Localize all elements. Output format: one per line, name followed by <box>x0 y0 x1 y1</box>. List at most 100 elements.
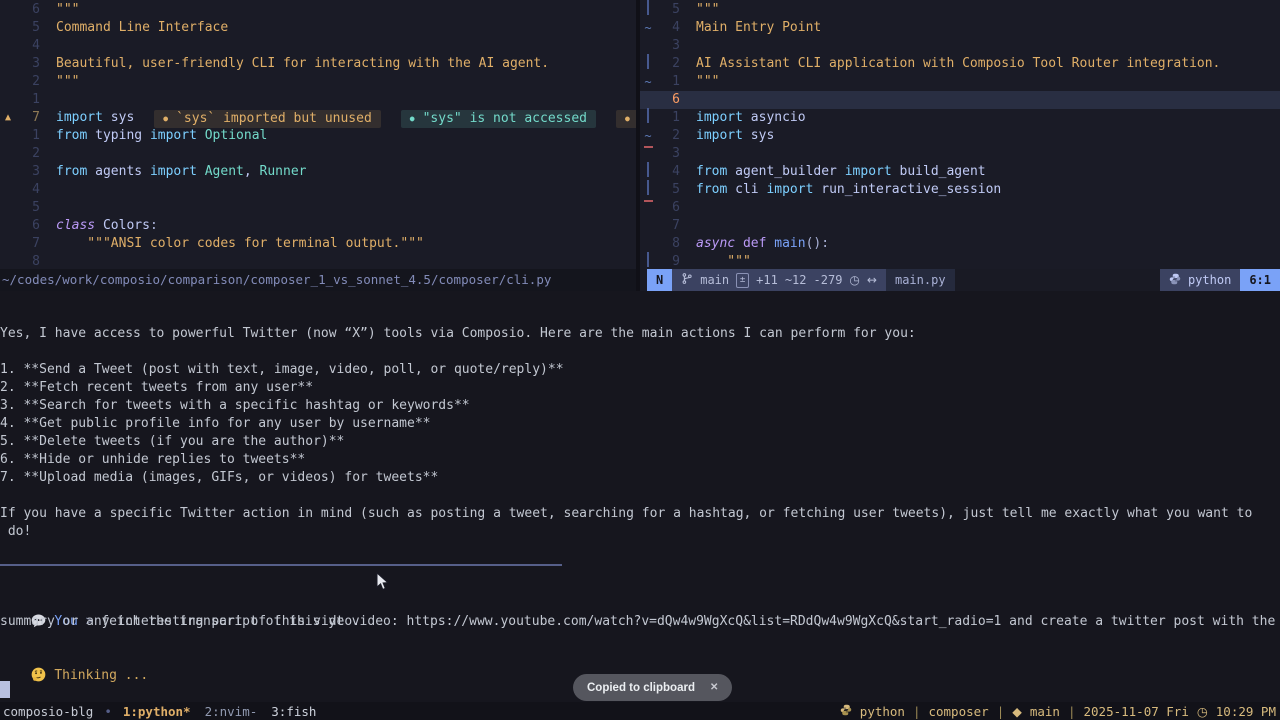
code-line: 7 """ANSI color codes for terminal outpu… <box>0 235 636 253</box>
code-line: 3 <box>640 37 1280 55</box>
tmux-right: python | composer | ◆ main | 2025-11-07 … <box>840 704 1280 719</box>
editor-pane-cli[interactable]: 6 """ 5 Command Line Interface 4 3 Beautiful, … <box>0 0 636 291</box>
vim-mode-indicator: N <box>647 269 673 291</box>
line-number: 2 <box>32 146 40 161</box>
diagnostic-dot-icon: ● <box>624 113 630 123</box>
tmux-status-bar: composio-blg • 1:python* 2:nvim- 3:fish py… <box>0 702 1280 720</box>
toast-close-icon[interactable]: ✕ <box>710 682 718 693</box>
git-add-sign <box>640 180 656 200</box>
code-line: 1 import asyncio <box>640 108 1280 128</box>
resize-icon: ↔ <box>866 273 877 287</box>
user-message-wrap: summary or any interesting part of this … <box>0 614 361 629</box>
tmux-project: composer <box>928 703 989 719</box>
thinking-label: Thinking ... <box>54 668 149 683</box>
code-text: """ <box>56 2 80 17</box>
tmux-date: 2025-11-07 Fri <box>1083 703 1189 719</box>
statusline-filler <box>954 269 1160 291</box>
diagnostic-badge: ● "sys" is not accessed <box>400 109 596 128</box>
line-number: 7 <box>32 110 40 125</box>
code-line: 4 from agent_builder import build_agent <box>640 162 1280 181</box>
code-text: """ <box>56 74 80 89</box>
line-number: 7 <box>32 236 40 251</box>
code-line: 1 <box>0 91 636 109</box>
tmux-window-3fish[interactable]: 3:fish <box>271 704 316 719</box>
code-line: 2 <box>0 145 636 163</box>
git-added-count: +11 <box>756 273 778 287</box>
code-line: 3 from agents import Agent, Runner <box>0 163 636 181</box>
git-add-sign <box>640 108 656 128</box>
statusline-inactive-path: ~/codes/work/composio/comparison/compose… <box>0 269 636 291</box>
diagnostic-badge: ● `sys` imported but unused <box>154 109 381 128</box>
code-line: 1 from typing import Optional <box>0 127 636 145</box>
line-number: 1 <box>32 92 40 107</box>
tmux-time: 10:29 PM <box>1215 703 1276 719</box>
tmux-window-1python[interactable]: 1:python* <box>123 704 191 719</box>
line-number: 1 <box>672 110 680 125</box>
thinking-face-icon <box>31 667 46 688</box>
code-text: async def main(): <box>696 236 830 251</box>
filetype-segment: python <box>1159 269 1241 291</box>
thinking-status-line: Thinking ... <box>0 649 1280 683</box>
action-list-item: 3. **Search for tweets with a specific h… <box>0 398 470 413</box>
code-line: 5 <box>0 199 636 217</box>
clock-icon: ◷ <box>849 273 860 287</box>
code-line: 4 <box>0 181 636 199</box>
git-diamond-icon: ◆ <box>1012 703 1022 719</box>
tmux-pipe: | <box>912 703 921 719</box>
code-line: 6 <box>640 199 1280 217</box>
code-line: 8 async def main(): <box>640 235 1280 253</box>
diff-icon: ± <box>736 272 750 288</box>
diagnostic-badge: ●`s <box>615 109 636 128</box>
toast-message: Copied to clipboard <box>587 681 695 694</box>
diagnostic-dot-icon: ● <box>409 113 415 123</box>
code-text: Main Entry Point <box>696 20 822 35</box>
vim-editor: 6 """ 5 Command Line Interface 4 3 Beautiful, … <box>0 0 1280 291</box>
git-status-segment: main ± +11 ~12 -279 ◷ ↔ <box>672 269 886 291</box>
line-number: 4 <box>32 182 40 197</box>
git-branch-name: main <box>700 273 730 287</box>
line-number: 6 <box>672 200 680 215</box>
line-number: 2 <box>32 74 40 89</box>
action-list-item: 5. **Delete tweets (if you are the autho… <box>0 434 345 449</box>
git-change-sign: ~ <box>644 129 652 143</box>
code-text: import sys ● `sys` imported but unused ● "sy… <box>48 109 636 128</box>
assistant-outro-line: If you have a specific Twitter action in… <box>0 506 1253 521</box>
tmux-window-2nvim[interactable]: 2:nvim- <box>205 704 258 719</box>
filetype-label: python <box>1187 273 1232 287</box>
code-line: 2 AI Assistant CLI application with Compo… <box>640 54 1280 73</box>
tmux-session-name: composio-blg <box>3 703 94 719</box>
code-text: AI Assistant CLI application with Compos… <box>696 56 1221 71</box>
line-number: 5 <box>672 182 680 197</box>
clock-icon: ◷ <box>1196 703 1208 719</box>
code-line: 5 from cli import run_interactive_session <box>640 180 1280 200</box>
line-number: 1 <box>672 74 680 89</box>
chat-separator <box>0 564 562 566</box>
line-number: 2 <box>672 56 680 71</box>
action-list-item: 2. **Fetch recent tweets from any user** <box>0 380 314 395</box>
code-line: 6 <box>640 91 1280 109</box>
code-text: from typing import Optional <box>56 128 268 143</box>
action-list-item: 6. **Hide or unhide replies to tweets** <box>0 452 306 467</box>
line-number: 3 <box>32 164 40 179</box>
diagnostic-dot-icon: ● <box>163 113 169 123</box>
tmux-separator-dot: • <box>104 703 112 719</box>
line-number: 5 <box>32 200 40 215</box>
git-change-sign: ~ <box>644 21 652 35</box>
terminal-cursor-block <box>0 681 10 698</box>
editor-pane-main[interactable]: 5 """ ~4 Main Entry Point 3 2 AI Assistant CLI… <box>636 0 1280 291</box>
warning-sign-icon: ▲ <box>4 112 12 123</box>
line-number: 7 <box>672 218 680 233</box>
tmux-branch: main <box>1029 703 1060 719</box>
code-line: ~4 Main Entry Point <box>640 19 1280 37</box>
python-icon <box>1169 273 1181 288</box>
git-add-sign <box>640 0 656 20</box>
code-line: 7 <box>640 217 1280 235</box>
code-rows-cli: 6 """ 5 Command Line Interface 4 3 Beautiful, … <box>0 1 636 271</box>
git-removed-count: -279 <box>813 273 843 287</box>
action-list-item: 1. **Send a Tweet (post with text, image… <box>0 362 564 377</box>
line-number: 4 <box>32 38 40 53</box>
code-line: 6 class Colors: <box>0 217 636 235</box>
code-line: 5 Command Line Interface <box>0 19 636 37</box>
code-text: """ANSI color codes for terminal output.… <box>56 236 424 251</box>
line-number: 6 <box>672 92 680 107</box>
